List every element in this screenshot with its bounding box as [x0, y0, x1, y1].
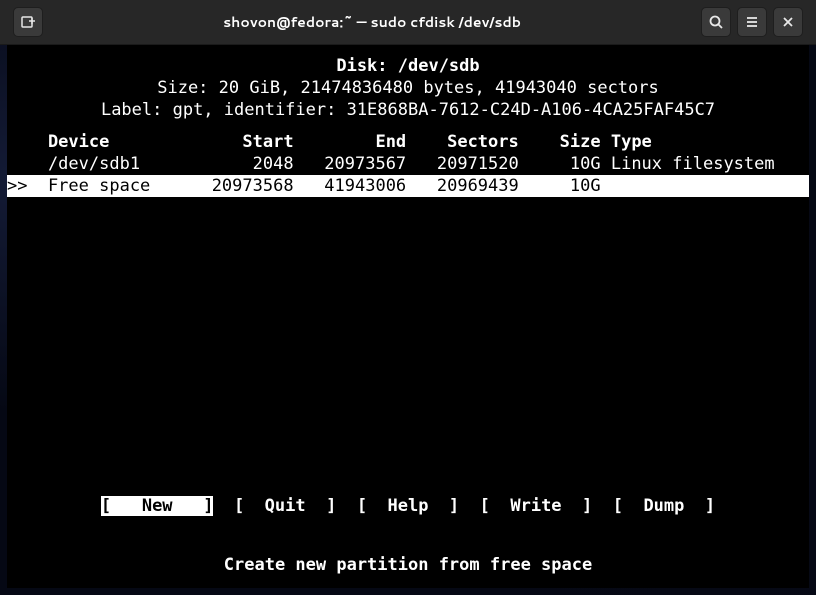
- menu-button[interactable]: [737, 7, 767, 37]
- search-button[interactable]: [701, 7, 731, 37]
- titlebar: shovon@fedora:~ — sudo cfdisk /dev/sdb: [0, 0, 816, 45]
- write-button[interactable]: [ Write ]: [480, 496, 593, 516]
- dump-button[interactable]: [ Dump ]: [613, 496, 715, 516]
- menu-bar: [ New ] [ Quit ] [ Help ] [ Write ] [ Du…: [7, 495, 809, 517]
- new-tab-button[interactable]: [13, 7, 43, 37]
- status-line: Create new partition from free space: [7, 554, 809, 576]
- close-button[interactable]: [773, 7, 803, 37]
- disk-label: Label: gpt, identifier: 31E868BA-7612-C2…: [7, 99, 809, 121]
- partition-table: Device Start End Sectors Size Type /dev/…: [7, 131, 809, 197]
- help-button[interactable]: [ Help ]: [357, 496, 459, 516]
- table-row-selected[interactable]: >> Free space 20973568 41943006 20969439…: [7, 175, 809, 197]
- window-title: shovon@fedora:~ — sudo cfdisk /dev/sdb: [46, 12, 698, 32]
- disk-size: Size: 20 GiB, 21474836480 bytes, 4194304…: [7, 77, 809, 99]
- disk-header: Disk: /dev/sdb: [7, 55, 809, 77]
- table-header: Device Start End Sectors Size Type: [7, 131, 809, 153]
- terminal-content: Disk: /dev/sdb Size: 20 GiB, 21474836480…: [7, 45, 809, 588]
- table-row[interactable]: /dev/sdb1 2048 20973567 20971520 10G Lin…: [7, 153, 809, 175]
- quit-button[interactable]: [ Quit ]: [234, 496, 336, 516]
- new-button[interactable]: [ New ]: [101, 496, 214, 516]
